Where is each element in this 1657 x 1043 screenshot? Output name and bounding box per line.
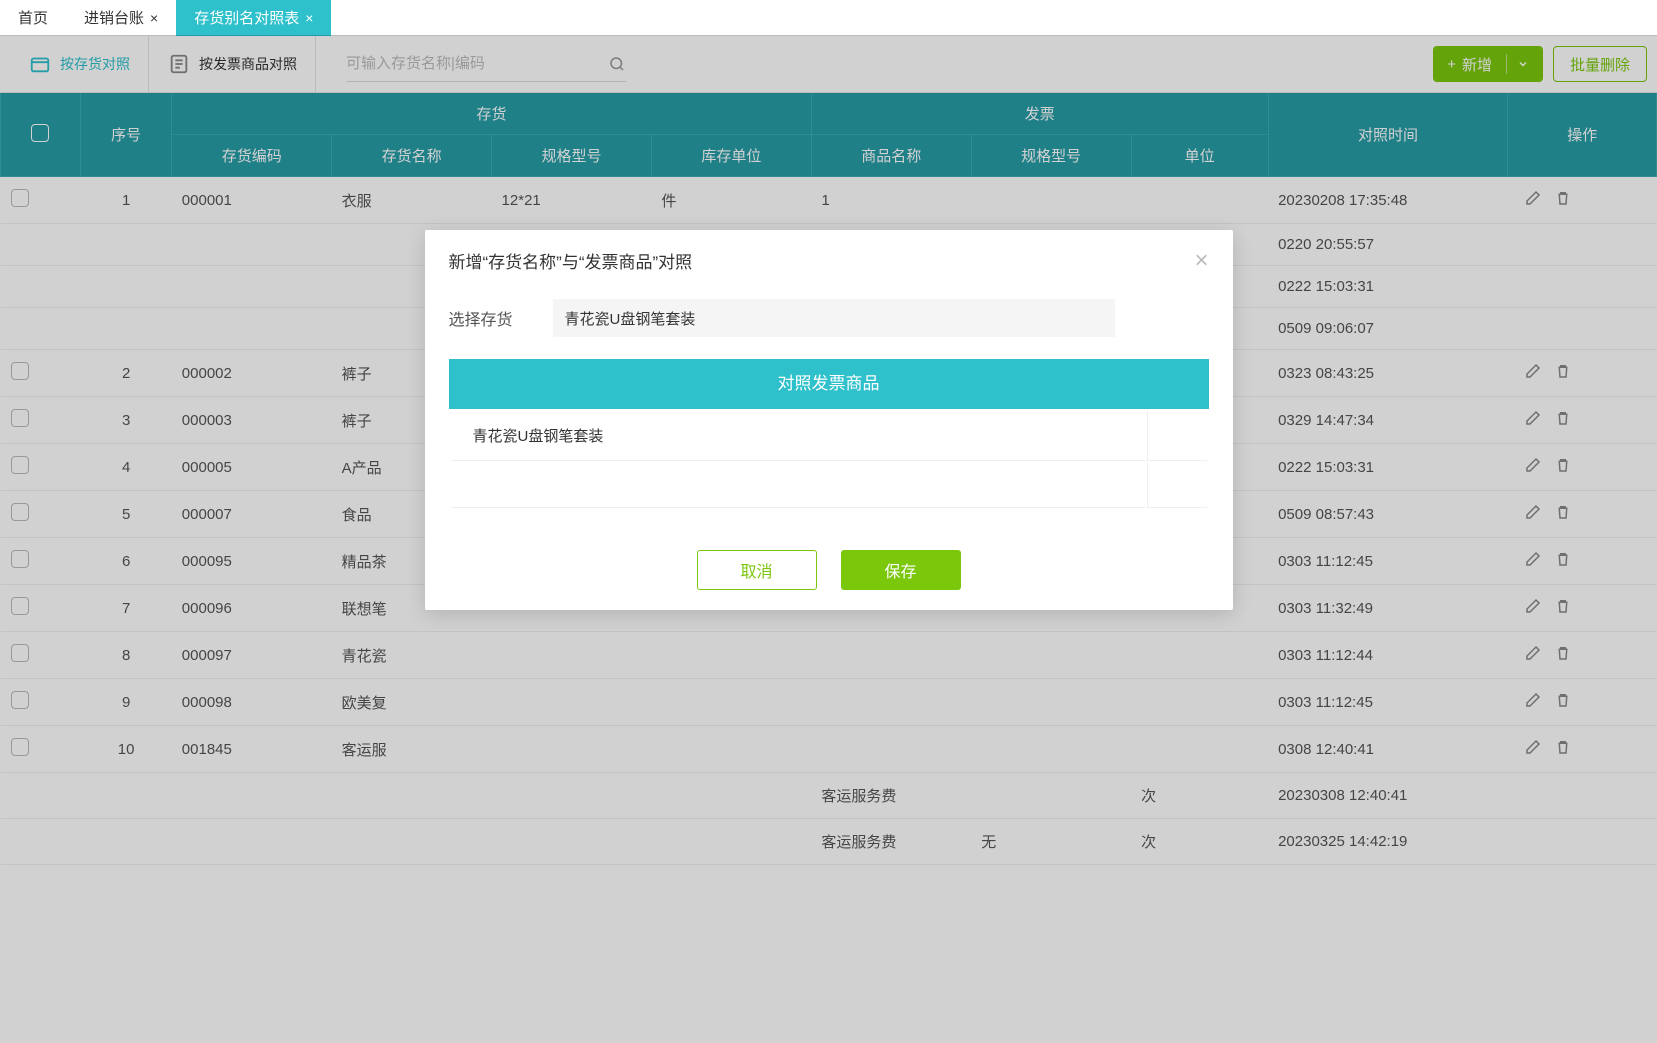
match-table: 青花瓷U盘钢笔套装 [449, 409, 1209, 510]
tab-label: 进销台账 [84, 7, 144, 28]
section-title: 对照发票商品 [449, 359, 1209, 409]
modal-header: 新增“存货名称”与“发票商品”对照 × [425, 230, 1233, 289]
close-icon[interactable]: × [1194, 249, 1208, 273]
page-tabs: 首页 进销台账 × 存货别名对照表 × [0, 0, 1657, 35]
select-stock-row: 选择存货 [449, 299, 1209, 337]
modal-body: 选择存货 对照发票商品 青花瓷U盘钢笔套装 [425, 289, 1233, 510]
match-row-empty [451, 463, 1207, 508]
modal-overlay: 新增“存货名称”与“发票商品”对照 × 选择存货 对照发票商品 青花瓷U盘钢笔套… [0, 35, 1657, 1043]
save-button[interactable]: 保存 [841, 550, 961, 590]
close-icon[interactable]: × [150, 10, 158, 26]
tab-home[interactable]: 首页 [0, 0, 66, 36]
tab-label: 首页 [18, 7, 48, 28]
select-stock-input[interactable] [553, 299, 1115, 337]
tab-ledger[interactable]: 进销台账 × [66, 0, 176, 36]
match-row: 青花瓷U盘钢笔套装 [451, 411, 1207, 461]
select-stock-label: 选择存货 [449, 306, 513, 330]
modal-footer: 取消 保存 [425, 510, 1233, 590]
match-item-name: 青花瓷U盘钢笔套装 [451, 411, 1145, 461]
modal-title: 新增“存货名称”与“发票商品”对照 [449, 248, 693, 273]
tab-label: 存货别名对照表 [194, 7, 299, 28]
cancel-button[interactable]: 取消 [697, 550, 817, 590]
close-icon[interactable]: × [305, 10, 313, 26]
tab-alias-table[interactable]: 存货别名对照表 × [176, 0, 331, 36]
add-mapping-modal: 新增“存货名称”与“发票商品”对照 × 选择存货 对照发票商品 青花瓷U盘钢笔套… [425, 230, 1233, 610]
match-row-action[interactable] [1147, 411, 1207, 461]
